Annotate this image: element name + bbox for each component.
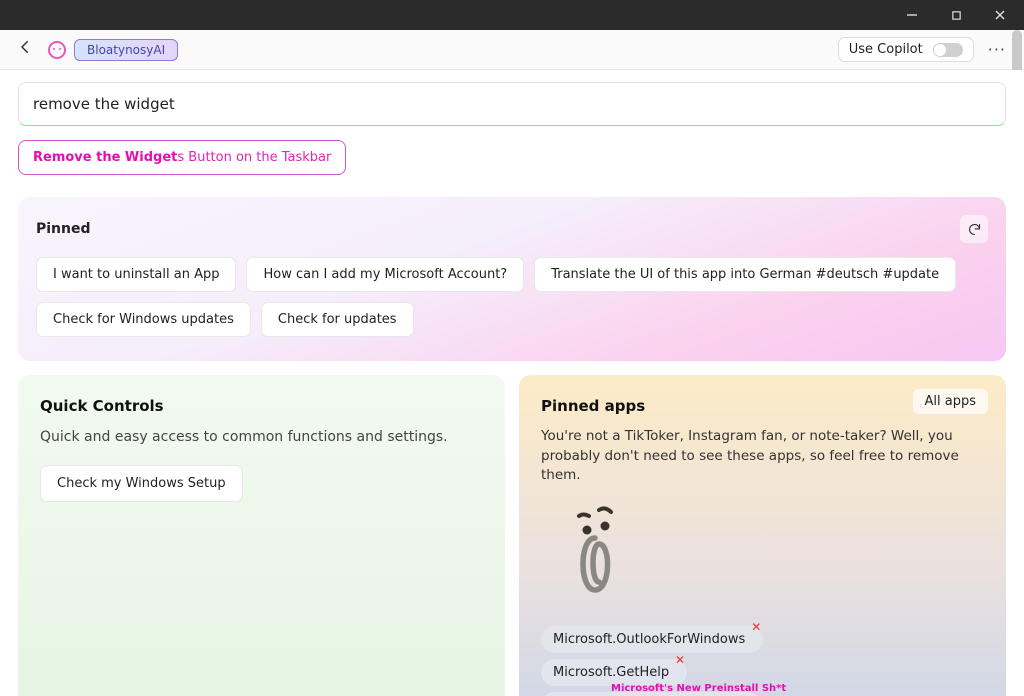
main-content: Remove the Widgets Button on the Taskbar… — [0, 70, 1024, 696]
minimize-button[interactable] — [892, 1, 932, 29]
pinned-item[interactable]: Translate the UI of this app into German… — [534, 257, 956, 292]
maximize-button[interactable] — [936, 1, 976, 29]
quick-controls-card: Quick Controls Quick and easy access to … — [18, 375, 505, 696]
pinned-app-name: Microsoft.GetHelp — [553, 665, 669, 680]
quick-controls-title: Quick Controls — [40, 397, 483, 415]
check-windows-setup-button[interactable]: Check my Windows Setup — [40, 465, 243, 502]
search-suggestion[interactable]: Remove the Widgets Button on the Taskbar — [18, 140, 346, 175]
quick-controls-subtitle: Quick and easy access to common function… — [40, 429, 483, 445]
app-toolbar: BloatynosyAI Use Copilot ··· — [0, 30, 1024, 70]
pinned-app-chip[interactable]: Microsoft.OutlookForWindows ✕ — [541, 626, 763, 653]
pinned-item[interactable]: How can I add my Microsoft Account? — [246, 257, 524, 292]
remove-app-icon[interactable]: ✕ — [751, 620, 761, 634]
pinned-item[interactable]: I want to uninstall an App — [36, 257, 236, 292]
app-name-badge: BloatynosyAI — [74, 39, 178, 61]
close-button[interactable] — [980, 1, 1020, 29]
more-menu-button[interactable]: ··· — [980, 36, 1014, 63]
pinned-app-chip[interactable]: Microsoft's New Preinstall Sh*t Microsof… — [541, 692, 761, 696]
suggestion-rest: s Button on the Taskbar — [177, 150, 331, 165]
pinned-title: Pinned — [36, 221, 91, 237]
suggestion-match: Remove the Widget — [33, 150, 177, 165]
pinned-item[interactable]: Check for updates — [261, 302, 414, 337]
all-apps-button[interactable]: All apps — [913, 389, 989, 414]
window-titlebar — [0, 0, 1024, 30]
back-button[interactable] — [10, 38, 40, 61]
toggle-icon — [933, 43, 963, 57]
refresh-button[interactable] — [960, 215, 988, 243]
copilot-label: Use Copilot — [849, 42, 923, 57]
overlay-caption: Microsoft's New Preinstall Sh*t — [611, 683, 786, 694]
app-logo-icon — [48, 41, 66, 59]
remove-app-icon[interactable]: ✕ — [675, 653, 685, 667]
pinned-section: Pinned I want to uninstall an App How ca… — [18, 197, 1006, 361]
pinned-apps-card: All apps Pinned apps You're not a TikTok… — [519, 375, 1006, 696]
pinned-app-chip[interactable]: Microsoft.GetHelp ✕ — [541, 659, 687, 686]
pinned-item[interactable]: Check for Windows updates — [36, 302, 251, 337]
pinned-app-name: Microsoft.OutlookForWindows — [553, 632, 745, 647]
search-input[interactable] — [18, 82, 1006, 126]
pinned-apps-description: You're not a TikToker, Instagram fan, or… — [541, 427, 984, 486]
use-copilot-toggle[interactable]: Use Copilot — [838, 37, 974, 62]
clippy-icon — [571, 504, 984, 608]
